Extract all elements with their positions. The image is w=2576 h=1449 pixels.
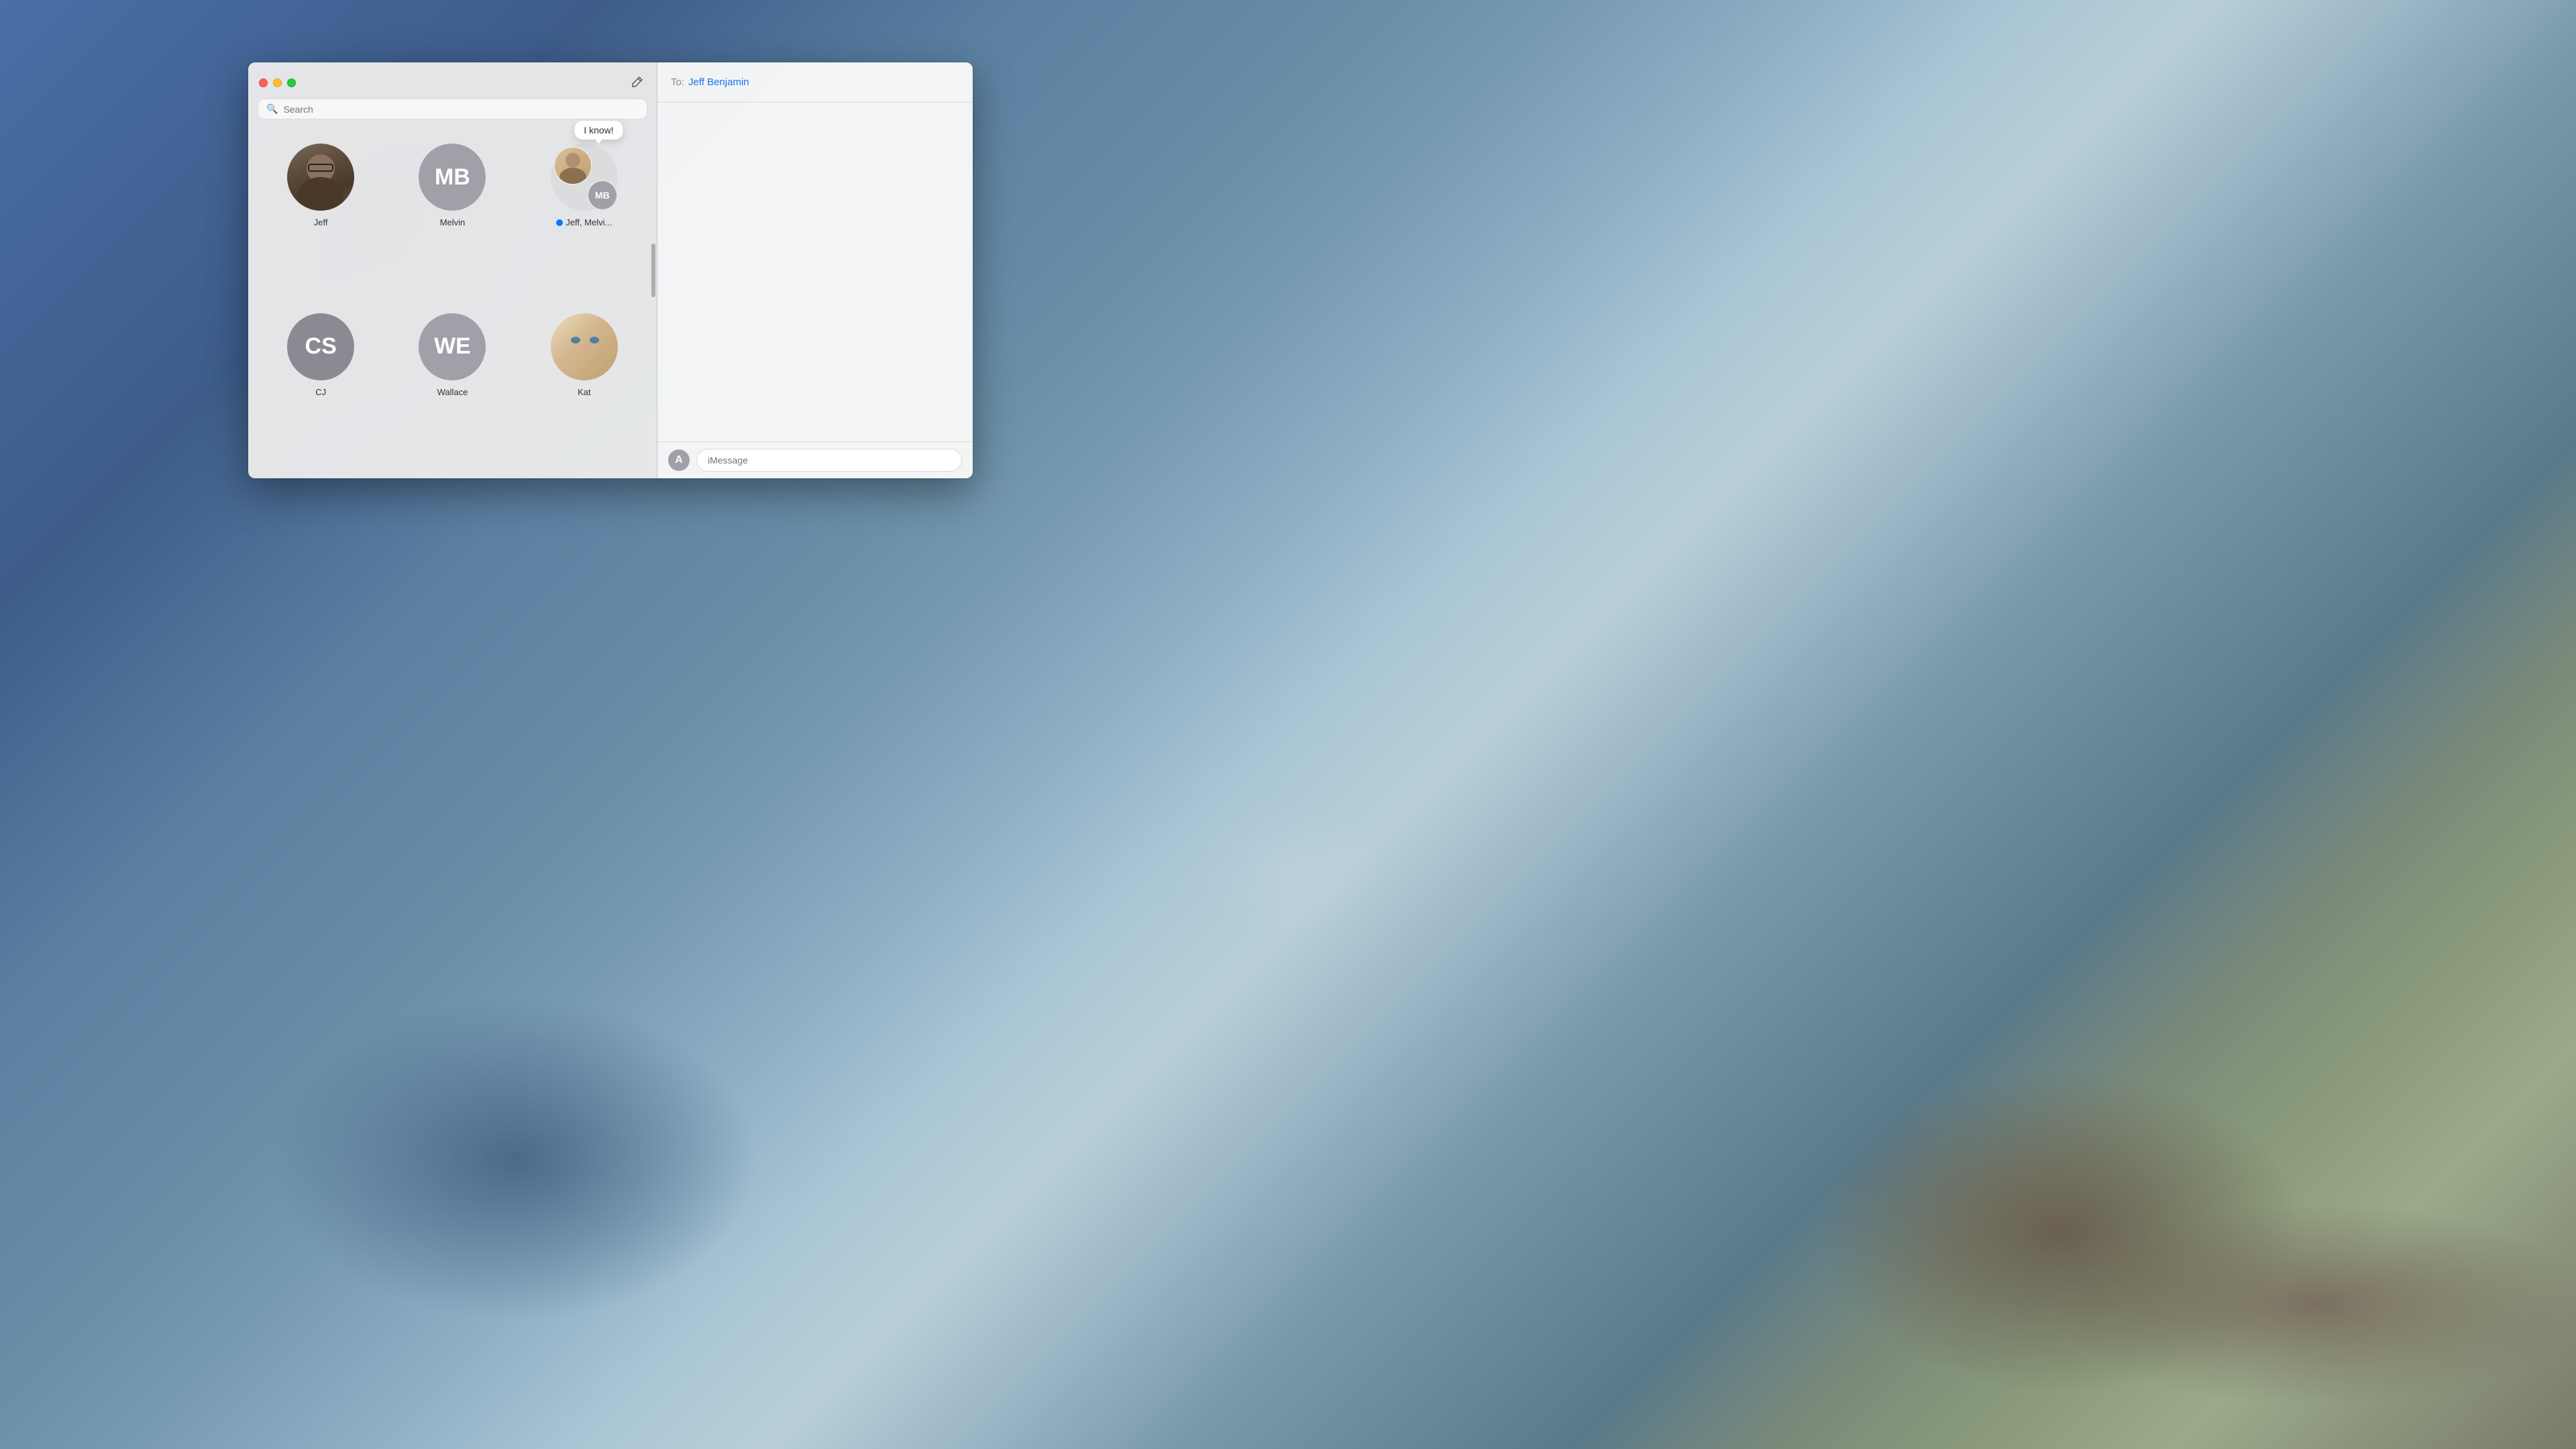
search-icon: 🔍: [266, 103, 278, 115]
imessage-input[interactable]: [696, 449, 962, 472]
group-avatar: MB: [551, 144, 618, 211]
jeff-name: Jeff: [314, 217, 328, 227]
kat-avatar-wrapper: [551, 313, 618, 380]
melvin-avatar: MB: [419, 144, 486, 211]
group-face1: [553, 146, 592, 185]
contact-melvin[interactable]: MB Melvin: [386, 133, 518, 303]
cj-avatar: CS: [287, 313, 354, 380]
cj-name: CJ: [315, 387, 326, 397]
group-name: Jeff, Melvi...: [566, 217, 612, 227]
window-controls-bar: [248, 62, 657, 92]
contacts-grid: Jeff MB Melvin I know! MB: [248, 126, 657, 478]
jeff-glasses: [308, 164, 333, 172]
wallace-avatar-wrapper: WE: [419, 313, 486, 380]
group-mb-initials: MB: [595, 190, 610, 201]
message-compose-panel: To: Jeff Benjamin A: [657, 62, 973, 478]
app-store-icon: A: [675, 454, 683, 466]
contact-kat[interactable]: Kat: [519, 303, 650, 472]
messages-window: 🔍 Jeff MB: [248, 62, 973, 478]
group-avatar-wrapper: MB: [551, 144, 618, 211]
jeff-body: [298, 177, 343, 211]
melvin-avatar-wrapper: MB: [419, 144, 486, 211]
group-face2: MB: [587, 180, 618, 211]
wallace-avatar: WE: [419, 313, 486, 380]
group-name-row: Jeff, Melvi...: [556, 217, 612, 227]
jeff-avatar-wrapper: [287, 144, 354, 211]
melvin-name: Melvin: [440, 217, 466, 227]
kat-avatar: [551, 313, 618, 380]
minimize-button[interactable]: [273, 78, 282, 87]
app-store-button[interactable]: A: [668, 449, 690, 471]
wallace-name: Wallace: [437, 387, 468, 397]
compose-icon: [630, 76, 643, 89]
scrollbar[interactable]: [651, 244, 655, 297]
message-input-bar: A: [657, 441, 973, 478]
contact-jeff[interactable]: Jeff: [255, 133, 386, 303]
search-bar[interactable]: 🔍: [258, 99, 647, 119]
jeff-avatar: [287, 144, 354, 211]
compose-button[interactable]: [627, 73, 646, 92]
recipient-name: Jeff Benjamin: [688, 76, 749, 88]
cat-eye-left: [571, 337, 580, 343]
conversations-panel: 🔍 Jeff MB: [248, 62, 657, 478]
message-area: [657, 103, 973, 441]
contact-group-jeff-melvin[interactable]: I know! MB Jeff, Melvi...: [519, 133, 650, 303]
to-label: To:: [671, 76, 684, 88]
unread-dot: [556, 219, 563, 226]
search-input[interactable]: [283, 104, 639, 115]
tooltip-bubble: I know!: [574, 121, 623, 140]
close-button[interactable]: [259, 78, 268, 87]
contact-cj[interactable]: CS CJ: [255, 303, 386, 472]
compose-header: To: Jeff Benjamin: [657, 62, 973, 103]
cat-eye-right: [590, 337, 599, 343]
maximize-button[interactable]: [287, 78, 296, 87]
cj-avatar-wrapper: CS: [287, 313, 354, 380]
kat-name: Kat: [578, 387, 591, 397]
contact-wallace[interactable]: WE Wallace: [386, 303, 518, 472]
cat-nose: [582, 345, 587, 350]
